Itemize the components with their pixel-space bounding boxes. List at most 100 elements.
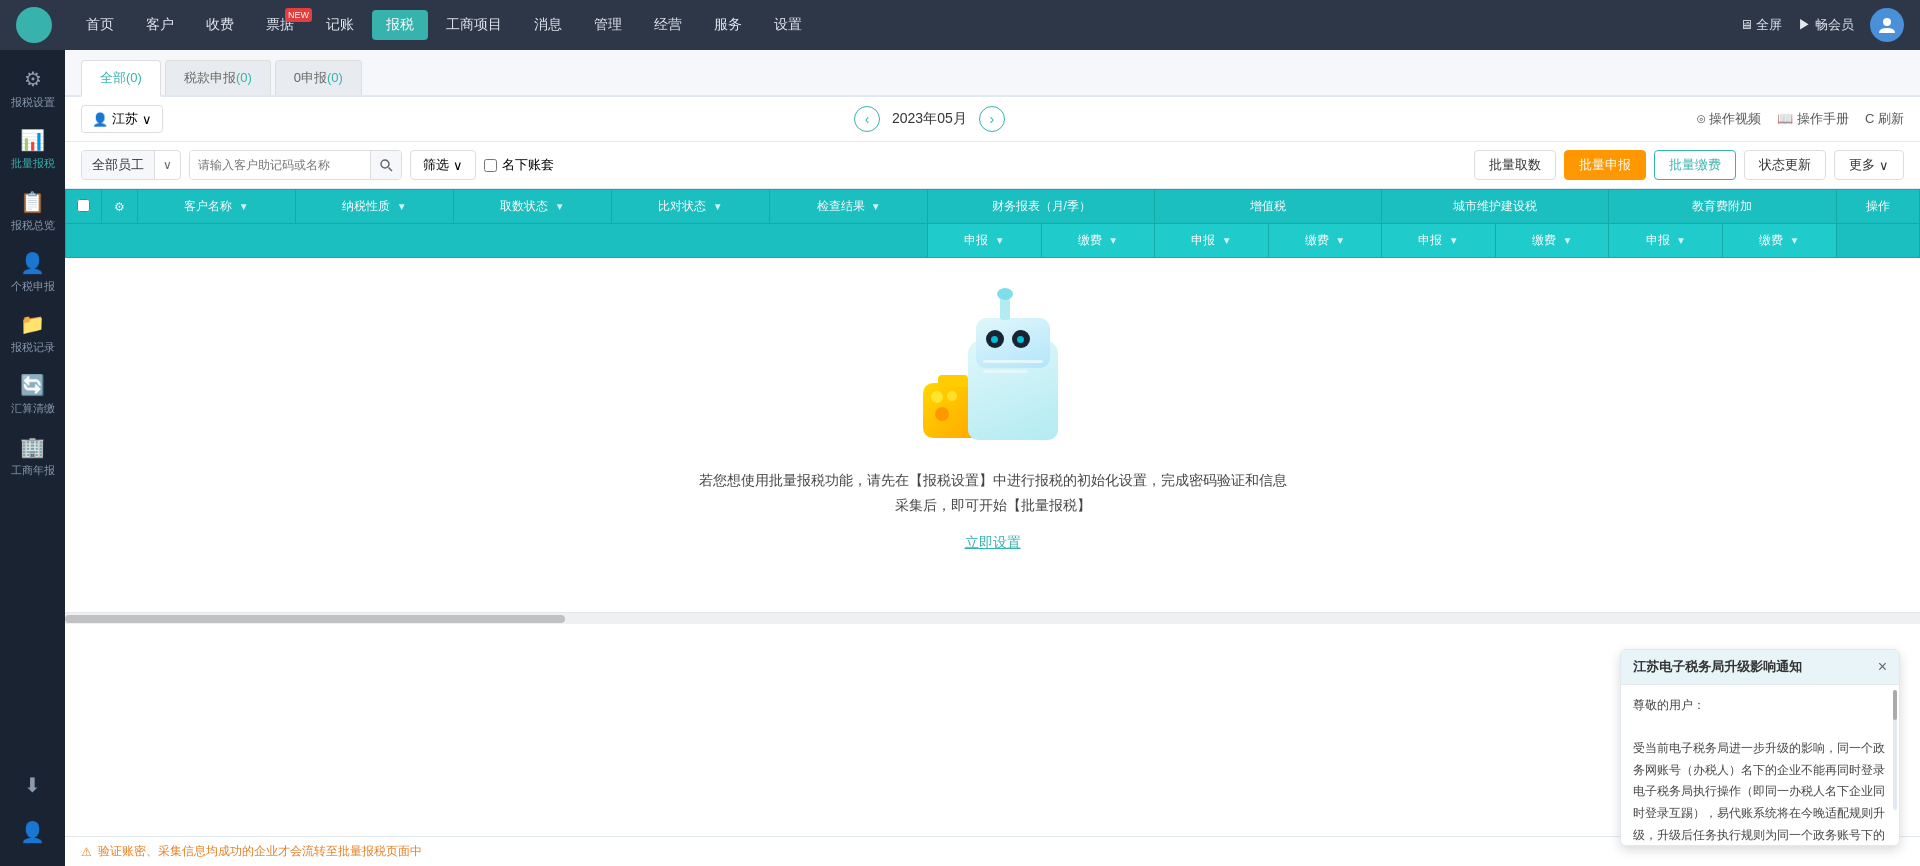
th-fetch-status: 取数状态 ▼ xyxy=(454,190,612,224)
batch-tax-icon: 📊 xyxy=(20,127,45,153)
status-update-btn[interactable]: 状态更新 xyxy=(1744,150,1826,180)
employee-dropdown-icon[interactable]: ∨ xyxy=(155,151,180,179)
region-selector[interactable]: 👤 江苏 ∨ xyxy=(81,105,163,133)
edu-dec-filter[interactable]: ▼ xyxy=(1676,235,1686,246)
sidebar-item-tax-settings[interactable]: ⚙ 报税设置 xyxy=(4,58,62,117)
video-tutorial-btn[interactable]: ⊙ 操作视频 xyxy=(1696,110,1762,128)
sidebar-bottom: ⬇ 👤 xyxy=(4,764,62,866)
sidebar-label-tax-overview: 报税总览 xyxy=(11,218,55,232)
nav-biz[interactable]: 工商项目 xyxy=(432,10,516,40)
annual-report-icon: 🏢 xyxy=(20,434,45,460)
empty-description: 若您想使用批量报税功能，请先在【报税设置】中进行报税的初始化设置，完成密码验证和… xyxy=(693,468,1293,518)
manual-btn[interactable]: 📖 操作手册 xyxy=(1777,110,1849,128)
th-settings[interactable]: ⚙ xyxy=(102,190,138,224)
chevron-down-icon: ∨ xyxy=(142,112,152,127)
table-row: 若您想使用批量报税功能，请先在【报税设置】中进行报税的初始化设置，完成密码验证和… xyxy=(66,258,1920,613)
refresh-btn[interactable]: C 刷新 xyxy=(1865,110,1904,128)
next-month-btn[interactable]: › xyxy=(979,106,1005,132)
search-button[interactable] xyxy=(370,151,401,179)
check-filter-icon[interactable]: ▼ xyxy=(871,201,881,212)
notification-scrollbar[interactable] xyxy=(1893,690,1897,810)
toolbar: 全部员工 ∨ 筛选 ∨ 名下账套 批量取 xyxy=(65,142,1920,189)
urban-pay-filter[interactable]: ▼ xyxy=(1562,235,1572,246)
fin-pay-filter[interactable]: ▼ xyxy=(1108,235,1118,246)
urban-dec-filter[interactable]: ▼ xyxy=(1449,235,1459,246)
nav-home[interactable]: 首页 xyxy=(72,10,128,40)
nav-billing[interactable]: 收费 xyxy=(192,10,248,40)
filter-label: 筛选 xyxy=(423,156,449,174)
th-spacer xyxy=(66,224,928,258)
nav-service[interactable]: 服务 xyxy=(700,10,756,40)
setup-link[interactable]: 立即设置 xyxy=(965,534,1021,552)
top-right-actions: 🖥 全屏 ▶ 畅会员 xyxy=(1740,8,1904,42)
tab-tax-declare[interactable]: 税款申报(0) xyxy=(165,60,271,95)
edu-pay-filter[interactable]: ▼ xyxy=(1789,235,1799,246)
accounts-checkbox[interactable] xyxy=(484,159,497,172)
tab-bar: 全部(0) 税款申报(0) 0申报(0) xyxy=(65,50,1920,97)
nav-invoice[interactable]: 票据 NEW xyxy=(252,10,308,40)
customer-filter-icon[interactable]: ▼ xyxy=(239,201,249,212)
sidebar-item-user[interactable]: 👤 xyxy=(4,811,62,856)
tab-declare-count: (0) xyxy=(236,70,252,85)
fetch-filter-icon[interactable]: ▼ xyxy=(555,201,565,212)
empty-state: 若您想使用批量报税功能，请先在【报税设置】中进行报税的初始化设置，完成密码验证和… xyxy=(66,258,1920,612)
tab-zero-declare[interactable]: 0申报(0) xyxy=(275,60,362,95)
sidebar-item-personal-tax[interactable]: 👤 个税申报 xyxy=(4,242,62,301)
tax-records-icon: 📁 xyxy=(20,311,45,337)
fullscreen-btn[interactable]: 🖥 全屏 xyxy=(1740,16,1783,34)
batch-declare-btn[interactable]: 批量申报 xyxy=(1564,150,1646,180)
sidebar-item-annual-report[interactable]: 🏢 工商年报 xyxy=(4,426,62,485)
th-urban-construction: 城市维护建设税 xyxy=(1382,190,1609,224)
sidebar-item-batch-tax[interactable]: 📊 批量报税 xyxy=(4,119,62,178)
prev-month-btn[interactable]: ‹ xyxy=(854,106,880,132)
batch-pay-btn[interactable]: 批量缴费 xyxy=(1654,150,1736,180)
region-name: 江苏 xyxy=(112,110,138,128)
scrollbar-thumb[interactable] xyxy=(65,615,565,623)
tax-overview-icon: 📋 xyxy=(20,189,45,215)
horizontal-scrollbar[interactable] xyxy=(65,612,1920,624)
nav-operation[interactable]: 经营 xyxy=(640,10,696,40)
th-vat-declare: 申报 ▼ xyxy=(1155,224,1269,258)
th-customer: 客户名称 ▼ xyxy=(138,190,296,224)
month-navigation: ‹ 2023年05月 › xyxy=(854,106,1005,132)
member-btn[interactable]: ▶ 畅会员 xyxy=(1798,16,1854,34)
nav-customer[interactable]: 客户 xyxy=(132,10,188,40)
compare-filter-icon[interactable]: ▼ xyxy=(713,201,723,212)
toolbar-right-actions: 批量取数 批量申报 批量缴费 状态更新 更多 ∨ xyxy=(1474,150,1904,180)
user-avatar[interactable] xyxy=(1870,8,1904,42)
nav-message[interactable]: 消息 xyxy=(520,10,576,40)
th-compare-status: 比对状态 ▼ xyxy=(612,190,770,224)
sidebar-item-tax-records[interactable]: 📁 报税记录 xyxy=(4,303,62,362)
warning-icon: ⚠ xyxy=(81,845,92,859)
nav-bookkeeping[interactable]: 记账 xyxy=(312,10,368,40)
notification-text: 尊敬的用户：受当前电子税务局进一步升级的影响，同一个政务网账号（办税人）名下的企… xyxy=(1633,698,1885,845)
tab-zero-count: (0) xyxy=(327,70,343,85)
batch-fetch-btn[interactable]: 批量取数 xyxy=(1474,150,1556,180)
tax-type-filter-icon[interactable]: ▼ xyxy=(397,201,407,212)
checkbox-accounts-label[interactable]: 名下账套 xyxy=(484,156,554,174)
vat-pay-filter[interactable]: ▼ xyxy=(1335,235,1345,246)
notification-panel: 江苏电子税务局升级影响通知 × 尊敬的用户：受当前电子税务局进一步升级的影响，同… xyxy=(1620,649,1900,846)
nav-management[interactable]: 管理 xyxy=(580,10,636,40)
tab-all-count: (0) xyxy=(126,70,142,85)
sidebar-item-tax-overview[interactable]: 📋 报税总览 xyxy=(4,181,62,240)
nav-settings[interactable]: 设置 xyxy=(760,10,816,40)
sidebar-item-settlement[interactable]: 🔄 汇算清缴 xyxy=(4,364,62,423)
nav-tax[interactable]: 报税 xyxy=(372,10,428,40)
th-checkbox[interactable] xyxy=(66,190,102,224)
svg-point-2 xyxy=(381,160,389,168)
fin-dec-filter[interactable]: ▼ xyxy=(995,235,1005,246)
new-badge: NEW xyxy=(285,8,312,22)
tab-all[interactable]: 全部(0) xyxy=(81,60,161,97)
search-input[interactable] xyxy=(190,151,370,179)
th-edu-declare: 申报 ▼ xyxy=(1609,224,1723,258)
select-all-checkbox[interactable] xyxy=(77,199,90,212)
sidebar-item-download[interactable]: ⬇ xyxy=(4,764,62,809)
more-btn[interactable]: 更多 ∨ xyxy=(1834,150,1904,180)
notification-close-btn[interactable]: × xyxy=(1878,659,1887,675)
filter-btn[interactable]: 筛选 ∨ xyxy=(410,150,476,180)
sidebar: ⚙ 报税设置 📊 批量报税 📋 报税总览 👤 个税申报 📁 报税记录 🔄 汇算清… xyxy=(0,50,65,866)
th-vat: 增值税 xyxy=(1155,190,1382,224)
vat-dec-filter[interactable]: ▼ xyxy=(1222,235,1232,246)
employee-select[interactable]: 全部员工 ∨ xyxy=(81,150,181,180)
